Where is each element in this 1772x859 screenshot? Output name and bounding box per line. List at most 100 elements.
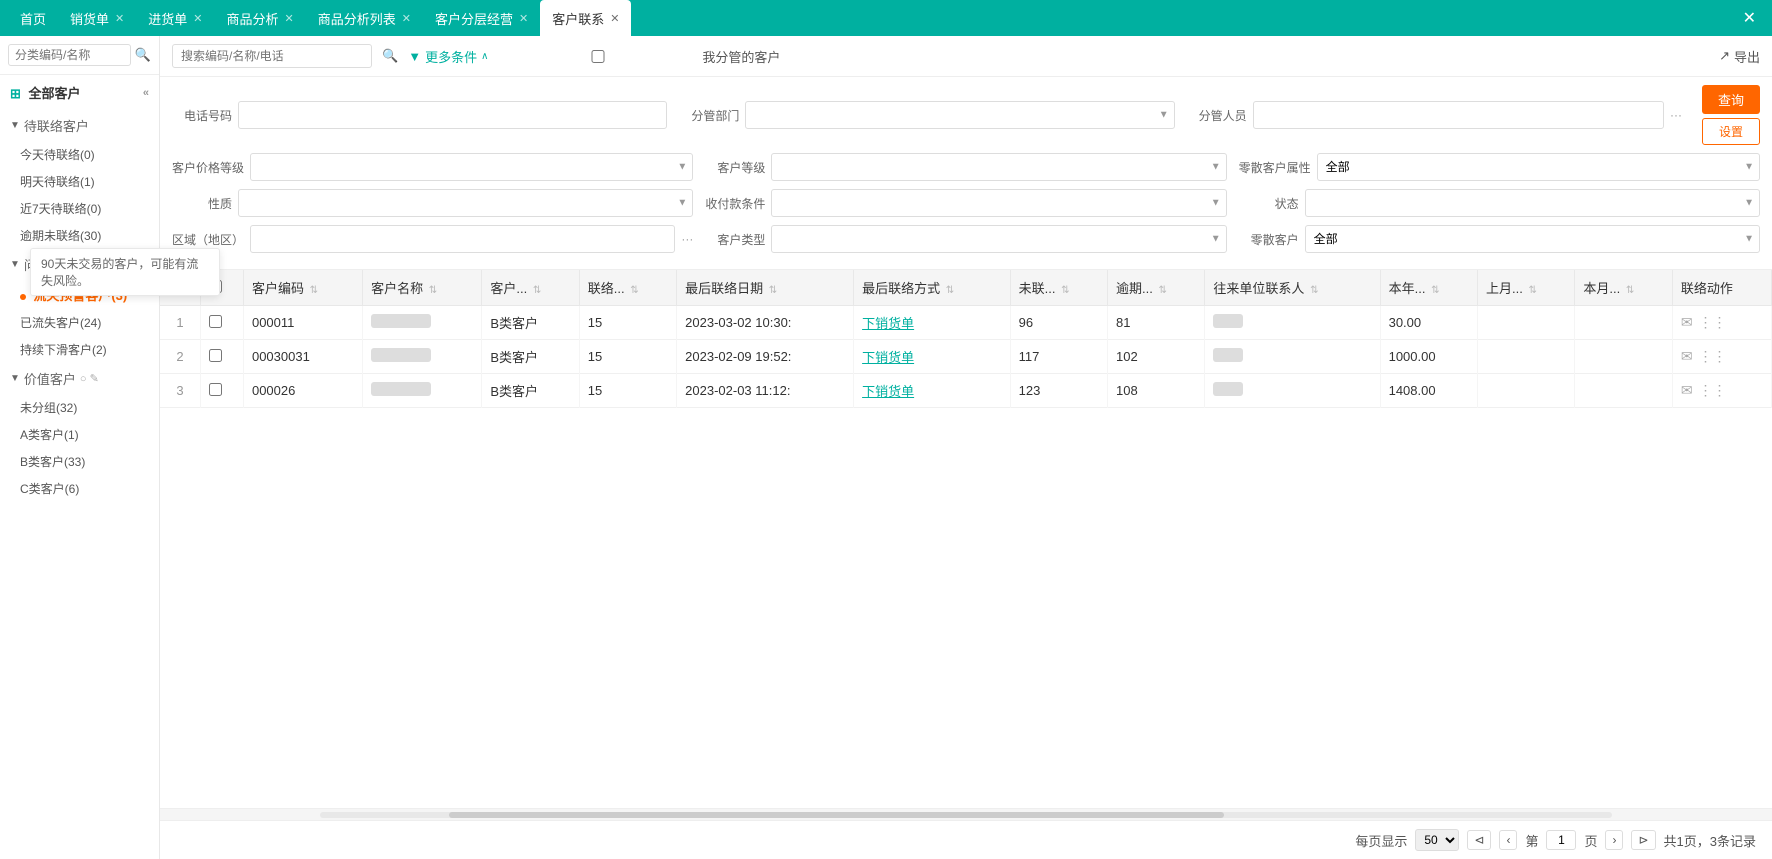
- row-this-month-2: [1575, 340, 1672, 374]
- person-input[interactable]: [1253, 101, 1664, 129]
- export-button[interactable]: ↗ 导出: [1719, 47, 1760, 66]
- sidebar-item-class-b[interactable]: B类客户(33): [0, 448, 159, 475]
- close-customer-tier-tab[interactable]: ✕: [519, 12, 528, 25]
- sort-last-month-icon[interactable]: ⇅: [1528, 285, 1536, 296]
- filter-dept: 分管部门 ▼: [679, 101, 1174, 129]
- customer-level-select[interactable]: [771, 153, 1226, 181]
- tab-analysis[interactable]: 商品分析 ✕: [214, 0, 305, 36]
- row-num-3: 3: [160, 374, 200, 408]
- row-method-2[interactable]: 下销货单: [854, 340, 1011, 374]
- sidebar-item-declining[interactable]: 持续下滑客户(2): [0, 336, 159, 363]
- last-page-button[interactable]: ⊳: [1631, 830, 1655, 850]
- region-label: 区域（地区）: [172, 231, 244, 248]
- sidebar-item-class-c[interactable]: C类客户(6): [0, 475, 159, 502]
- contact-icon-3[interactable]: ✉: [1681, 382, 1693, 399]
- more-conditions-button[interactable]: ▼ 更多条件 ∧: [408, 47, 488, 66]
- dept-select[interactable]: [745, 101, 1174, 129]
- sidebar-item-churned[interactable]: 已流失客户(24): [0, 309, 159, 336]
- more-icon-2[interactable]: ⋮⋮: [1699, 348, 1727, 365]
- customer-type-select[interactable]: [771, 225, 1226, 253]
- row-3-checkbox[interactable]: [209, 383, 222, 396]
- tab-sales[interactable]: 销货单 ✕: [58, 0, 136, 36]
- sort-date-icon[interactable]: ⇅: [769, 285, 777, 296]
- sort-name-icon[interactable]: ⇅: [429, 285, 437, 296]
- tab-customer-tier[interactable]: 客户分层经营 ✕: [423, 0, 540, 36]
- window-close-button[interactable]: ✕: [1735, 8, 1764, 28]
- section-arrow-2: ▼: [10, 259, 20, 270]
- home-tab[interactable]: 首页: [8, 0, 58, 36]
- sort-method-icon[interactable]: ⇅: [946, 285, 954, 296]
- close-analysis-list-tab[interactable]: ✕: [402, 12, 411, 25]
- more-icon-3[interactable]: ⋮⋮: [1699, 382, 1727, 399]
- phone-input[interactable]: [238, 101, 667, 129]
- my-customers-checkbox-label[interactable]: 我分管的客户: [498, 47, 780, 66]
- person-more-btn[interactable]: ···: [1670, 108, 1682, 122]
- sidebar-item-7days[interactable]: 近7天待联络(0): [0, 195, 159, 222]
- row-method-3[interactable]: 下销货单: [854, 374, 1011, 408]
- row-checkbox-3[interactable]: [200, 374, 243, 408]
- tab-purchase[interactable]: 进货单 ✕: [136, 0, 214, 36]
- action-icons-3: ✉ ⋮⋮: [1681, 382, 1763, 399]
- region-input[interactable]: [250, 225, 675, 253]
- close-customer-contact-tab[interactable]: ✕: [610, 12, 619, 25]
- sidebar-search-input[interactable]: [8, 44, 131, 66]
- row-2-checkbox[interactable]: [209, 349, 222, 362]
- filter-retail: 零散客户 全部 ▼: [1239, 225, 1760, 253]
- sidebar-item-today[interactable]: 今天待联络(0): [0, 141, 159, 168]
- section-pending-contact[interactable]: ▼ 待联络客户: [0, 110, 159, 141]
- sort-this-month-icon[interactable]: ⇅: [1626, 285, 1634, 296]
- row-checkbox-1[interactable]: [200, 306, 243, 340]
- row-method-link-3[interactable]: 下销货单: [862, 384, 914, 399]
- sort-year-icon[interactable]: ⇅: [1431, 285, 1439, 296]
- scroll-thumb[interactable]: [449, 812, 1224, 818]
- nature-select[interactable]: [238, 189, 693, 217]
- price-level-select[interactable]: [250, 153, 693, 181]
- all-customers-header[interactable]: ⊞ 全部客户 «: [0, 75, 159, 110]
- sidebar-item-overdue[interactable]: 逾期未联络(30): [0, 222, 159, 249]
- close-purchase-tab[interactable]: ✕: [193, 12, 202, 25]
- sort-contact-icon[interactable]: ⇅: [630, 285, 638, 296]
- row-method-1[interactable]: 下销货单: [854, 306, 1011, 340]
- payment-select[interactable]: [771, 189, 1226, 217]
- sort-code-icon[interactable]: ⇅: [310, 285, 318, 296]
- close-sales-tab[interactable]: ✕: [115, 12, 124, 25]
- region-more-btn[interactable]: ···: [681, 232, 693, 246]
- sort-type-icon[interactable]: ⇅: [533, 285, 541, 296]
- row-1-checkbox[interactable]: [209, 315, 222, 328]
- retail-attr-select[interactable]: 全部: [1317, 153, 1760, 181]
- horizontal-scrollbar[interactable]: [160, 808, 1772, 820]
- more-icon-1[interactable]: ⋮⋮: [1699, 314, 1727, 331]
- query-button[interactable]: 查询: [1702, 85, 1760, 114]
- tab-customer-contact[interactable]: 客户联系 ✕: [540, 0, 631, 36]
- settings-button[interactable]: 设置: [1702, 118, 1760, 145]
- search-input[interactable]: [172, 44, 372, 68]
- filter-actions: 查询 设置: [1702, 85, 1760, 145]
- per-page-select[interactable]: 50: [1415, 829, 1459, 851]
- contact-icon-1[interactable]: ✉: [1681, 314, 1693, 331]
- close-analysis-tab[interactable]: ✕: [285, 12, 294, 25]
- prev-page-button[interactable]: ‹: [1499, 830, 1517, 850]
- sort-overdue-icon[interactable]: ⇅: [1158, 285, 1166, 296]
- section-arrow: ▼: [10, 120, 20, 131]
- table-row: 3 000026 B类客户 15 2023-02-03 11:12: 下销货单 …: [160, 374, 1772, 408]
- status-select[interactable]: [1305, 189, 1760, 217]
- row-checkbox-2[interactable]: [200, 340, 243, 374]
- sort-liaison-icon[interactable]: ⇅: [1310, 285, 1318, 296]
- page-number-input[interactable]: [1546, 830, 1576, 850]
- tab-analysis-list[interactable]: 商品分析列表 ✕: [306, 0, 423, 36]
- first-page-button[interactable]: ⊲: [1467, 830, 1491, 850]
- retail-select[interactable]: 全部: [1305, 225, 1760, 253]
- sidebar-item-ungroup[interactable]: 未分组(32): [0, 394, 159, 421]
- sidebar-item-class-a[interactable]: A类客户(1): [0, 421, 159, 448]
- sidebar-item-tomorrow[interactable]: 明天待联络(1): [0, 168, 159, 195]
- row-last-month-1: [1478, 306, 1575, 340]
- row-method-link-2[interactable]: 下销货单: [862, 350, 914, 365]
- my-customers-checkbox[interactable]: [498, 50, 698, 63]
- next-page-button[interactable]: ›: [1605, 830, 1623, 850]
- search-button[interactable]: 🔍: [382, 48, 398, 64]
- collapse-button[interactable]: «: [143, 87, 149, 99]
- section-value-customers[interactable]: ▼ 价值客户 ○ ✎: [0, 363, 159, 394]
- contact-icon-2[interactable]: ✉: [1681, 348, 1693, 365]
- row-method-link-1[interactable]: 下销货单: [862, 316, 914, 331]
- sort-not-contact-icon[interactable]: ⇅: [1061, 285, 1069, 296]
